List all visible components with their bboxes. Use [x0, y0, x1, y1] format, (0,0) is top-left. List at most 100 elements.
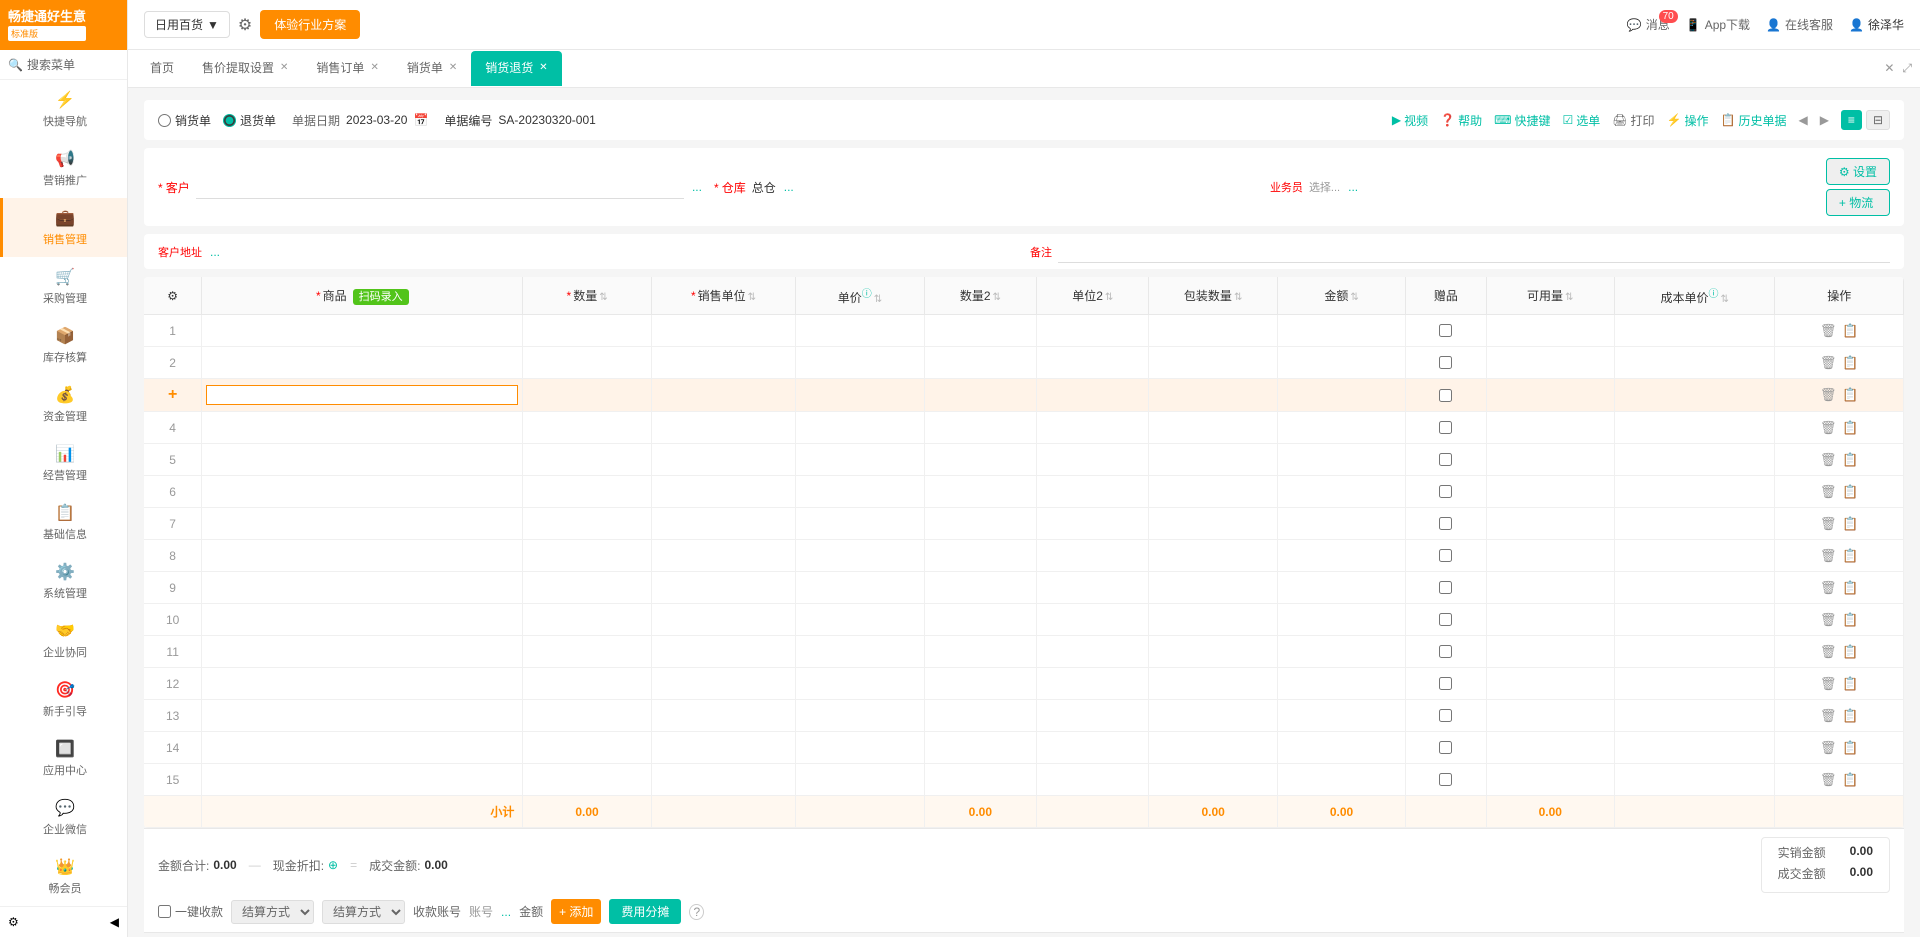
- delete-icon-8[interactable]: 🗑: [1820, 548, 1837, 564]
- copy-icon-15[interactable]: 📋: [1842, 772, 1858, 788]
- copy-icon-10[interactable]: 📋: [1842, 612, 1858, 628]
- sort-unit2-icon[interactable]: ⇅: [1105, 292, 1113, 303]
- gift-checkbox-3[interactable]: [1439, 389, 1452, 402]
- tab-close-sales-delivery[interactable]: ✕: [449, 62, 457, 73]
- next-record-icon[interactable]: ▶: [1820, 113, 1829, 127]
- row-gift-4[interactable]: [1406, 412, 1486, 444]
- row-unit2-5[interactable]: [1037, 444, 1149, 476]
- gift-checkbox-5[interactable]: [1439, 453, 1452, 466]
- row-qty-13[interactable]: [523, 700, 651, 732]
- sidebar-item-app-center[interactable]: 🔲应用中心: [0, 729, 127, 788]
- row-sales-unit-3[interactable]: [651, 379, 795, 412]
- row-cost-price-12[interactable]: [1614, 668, 1775, 700]
- row-sales-unit-6[interactable]: [651, 476, 795, 508]
- row-product-4[interactable]: [202, 412, 523, 444]
- calendar-icon[interactable]: 📅: [413, 113, 428, 127]
- sort-unit-icon[interactable]: ⇅: [748, 292, 756, 303]
- row-available-3[interactable]: [1486, 379, 1614, 412]
- row-gift-6[interactable]: [1406, 476, 1486, 508]
- row-unit-price-12[interactable]: [796, 668, 924, 700]
- sort-pack-icon[interactable]: ⇅: [1234, 292, 1242, 303]
- sidebar-item-quick-nav[interactable]: ⚡快捷导航: [0, 80, 127, 139]
- formula-icon[interactable]: ⊕: [328, 858, 338, 872]
- row-sales-unit-2[interactable]: [651, 347, 795, 379]
- row-available-15[interactable]: [1486, 764, 1614, 796]
- add-row-icon[interactable]: +: [168, 386, 177, 403]
- tab-home[interactable]: 首页: [136, 51, 188, 86]
- one-key-payment-checkbox[interactable]: 一键收款: [158, 903, 223, 920]
- copy-icon-4[interactable]: 📋: [1842, 420, 1858, 436]
- row-available-8[interactable]: [1486, 540, 1614, 572]
- row-product-6[interactable]: [202, 476, 523, 508]
- row-unit-price-14[interactable]: [796, 732, 924, 764]
- row-available-1[interactable]: [1486, 315, 1614, 347]
- row-qty-10[interactable]: [523, 604, 651, 636]
- row-available-13[interactable]: [1486, 700, 1614, 732]
- remark-input[interactable]: [1058, 240, 1890, 263]
- row-sales-unit-8[interactable]: [651, 540, 795, 572]
- row-amount-7[interactable]: [1277, 508, 1405, 540]
- row-cost-price-6[interactable]: [1614, 476, 1775, 508]
- row-pack-qty-1[interactable]: [1149, 315, 1277, 347]
- row-product-13[interactable]: [202, 700, 523, 732]
- row-gift-9[interactable]: [1406, 572, 1486, 604]
- row-gift-2[interactable]: [1406, 347, 1486, 379]
- row-qty-3[interactable]: [523, 379, 651, 412]
- row-gift-14[interactable]: [1406, 732, 1486, 764]
- settings-gear-icon[interactable]: ⚙: [167, 289, 178, 303]
- collapse-icon[interactable]: ◀: [110, 915, 119, 929]
- cost-price-info-icon[interactable]: ⓘ: [1709, 289, 1719, 300]
- copy-icon-7[interactable]: 📋: [1842, 516, 1858, 532]
- settings-icon[interactable]: ⚙: [8, 915, 19, 929]
- row-cost-price-9[interactable]: [1614, 572, 1775, 604]
- sidebar-item-operations[interactable]: 📊经营管理: [0, 434, 127, 493]
- gift-checkbox-1[interactable]: [1439, 324, 1452, 337]
- row-cost-price-8[interactable]: [1614, 540, 1775, 572]
- row-unit2-4[interactable]: [1037, 412, 1149, 444]
- row-qty-14[interactable]: [523, 732, 651, 764]
- radio-return[interactable]: 退货单: [223, 112, 276, 129]
- copy-icon-11[interactable]: 📋: [1842, 644, 1858, 660]
- row-qty2-6[interactable]: [924, 476, 1036, 508]
- row-pack-qty-7[interactable]: [1149, 508, 1277, 540]
- tab-sales-delivery[interactable]: 销货单✕: [393, 51, 471, 86]
- copy-icon-14[interactable]: 📋: [1842, 740, 1858, 756]
- row-qty-11[interactable]: [523, 636, 651, 668]
- copy-icon-1[interactable]: 📋: [1842, 323, 1858, 339]
- tab-price-setup[interactable]: 售价提取设置✕: [188, 51, 302, 86]
- row-pack-qty-5[interactable]: [1149, 444, 1277, 476]
- row-sales-unit-10[interactable]: [651, 604, 795, 636]
- row-sales-unit-13[interactable]: [651, 700, 795, 732]
- row-pack-qty-2[interactable]: [1149, 347, 1277, 379]
- row-sales-unit-7[interactable]: [651, 508, 795, 540]
- row-unit2-6[interactable]: [1037, 476, 1149, 508]
- row-unit2-8[interactable]: [1037, 540, 1149, 572]
- grid-view-btn[interactable]: ≡: [1841, 110, 1862, 130]
- row-pack-qty-4[interactable]: [1149, 412, 1277, 444]
- row-product-15[interactable]: [202, 764, 523, 796]
- row-available-6[interactable]: [1486, 476, 1614, 508]
- row-qty2-8[interactable]: [924, 540, 1036, 572]
- copy-icon-6[interactable]: 📋: [1842, 484, 1858, 500]
- row-gift-15[interactable]: [1406, 764, 1486, 796]
- sort-qty-icon[interactable]: ⇅: [599, 292, 607, 303]
- row-cost-price-14[interactable]: [1614, 732, 1775, 764]
- row-qty2-7[interactable]: [924, 508, 1036, 540]
- tab-close-sales-return[interactable]: ✕: [539, 62, 547, 73]
- delete-icon-4[interactable]: 🗑: [1820, 420, 1837, 436]
- row-unit-price-13[interactable]: [796, 700, 924, 732]
- gift-checkbox-2[interactable]: [1439, 356, 1452, 369]
- row-cost-price-4[interactable]: [1614, 412, 1775, 444]
- company-dropdown[interactable]: 日用百货 ▼: [144, 11, 230, 38]
- sort-amount-icon[interactable]: ⇅: [1350, 292, 1358, 303]
- row-unit2-3[interactable]: [1037, 379, 1149, 412]
- radio-sale[interactable]: 销货单: [158, 112, 211, 129]
- unit-price-info-icon[interactable]: ⓘ: [862, 289, 872, 300]
- row-amount-8[interactable]: [1277, 540, 1405, 572]
- row-gift-8[interactable]: [1406, 540, 1486, 572]
- row-unit2-7[interactable]: [1037, 508, 1149, 540]
- sort-qty2-icon[interactable]: ⇅: [993, 292, 1001, 303]
- row-pack-qty-3[interactable]: [1149, 379, 1277, 412]
- row-available-12[interactable]: [1486, 668, 1614, 700]
- row-available-2[interactable]: [1486, 347, 1614, 379]
